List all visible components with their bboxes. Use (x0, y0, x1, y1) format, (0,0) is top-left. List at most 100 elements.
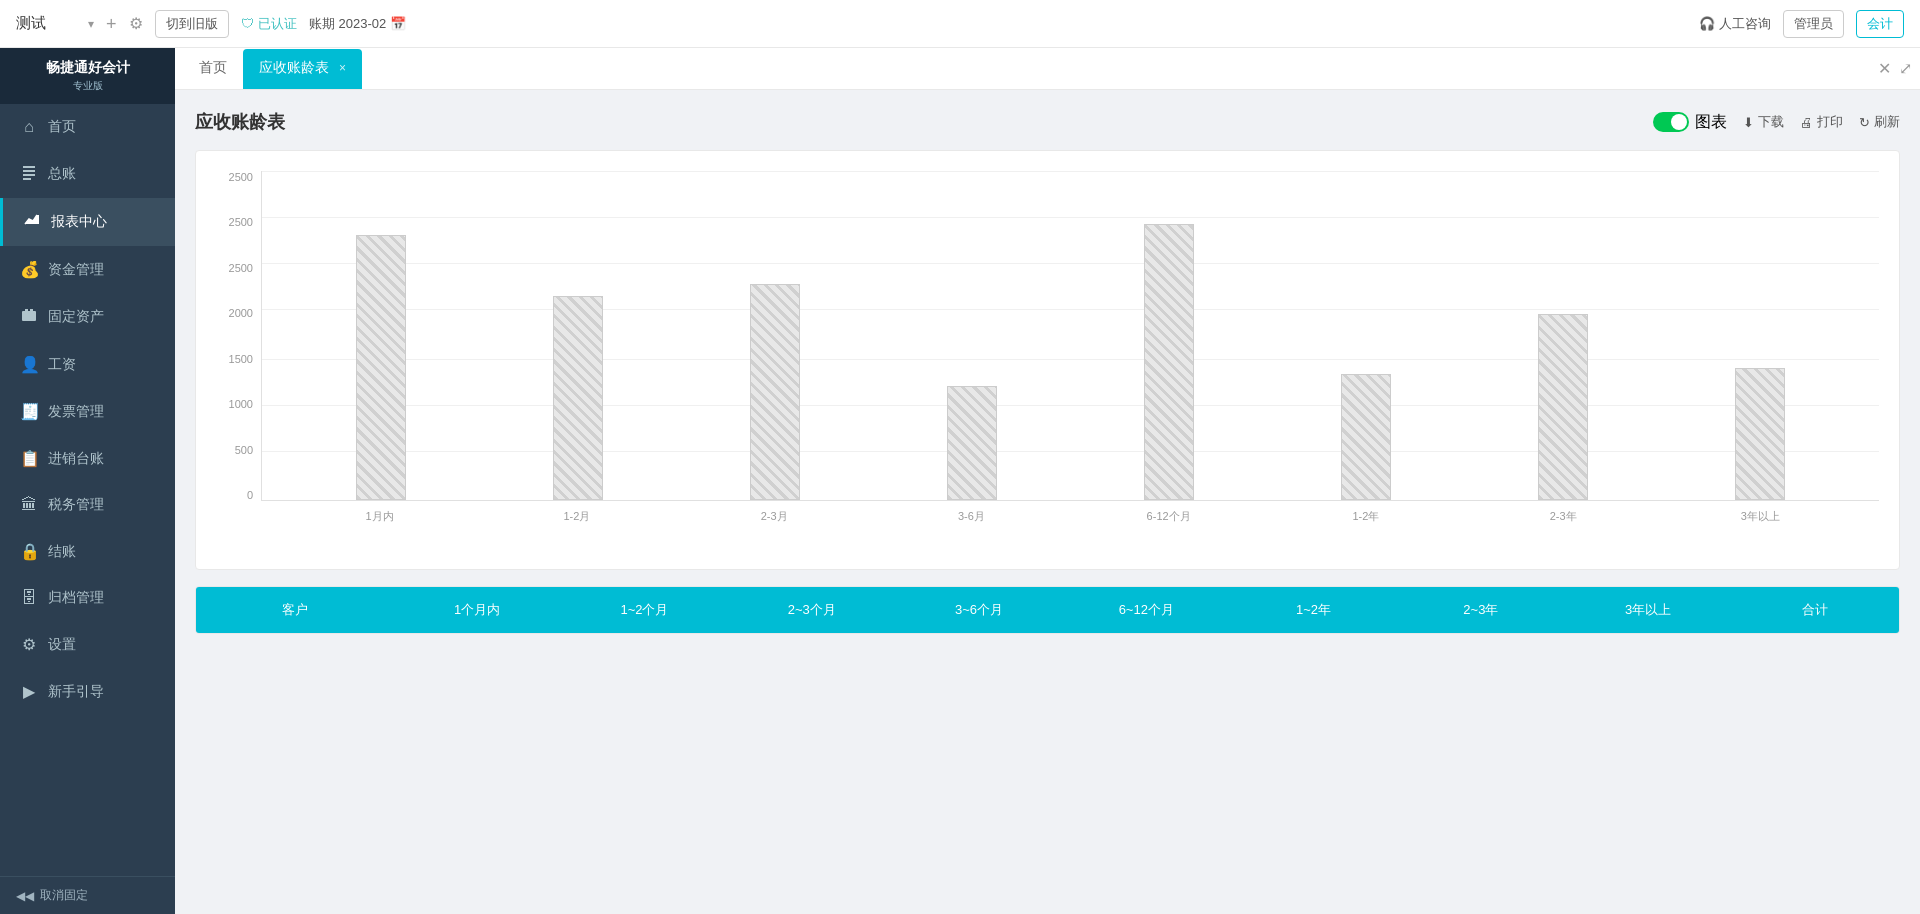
header-2-3month: 2~3个月 (728, 587, 895, 633)
main-layout: 畅捷通好会计 专业版 ⌂ 首页 总账 报表中心 💰 资 (0, 48, 1920, 914)
header-1-2month: 1~2个月 (561, 587, 728, 633)
ledger-icon (20, 164, 38, 184)
sidebar-item-assets[interactable]: 固定资产 (0, 293, 175, 341)
tab-bar-right: ✕ ⤢ (1878, 59, 1912, 78)
tab-home[interactable]: 首页 (183, 49, 243, 89)
sidebar-item-label: 税务管理 (48, 496, 104, 514)
sidebar-item-home[interactable]: ⌂ 首页 (0, 104, 175, 150)
sidebar-item-reports[interactable]: 报表中心 (0, 198, 175, 246)
bar-group-6-12month (1144, 224, 1194, 500)
sidebar-item-label: 固定资产 (48, 308, 104, 326)
assets-icon (20, 307, 38, 327)
refresh-button[interactable]: ↻ 刷新 (1859, 113, 1900, 131)
page-title: 应收账龄表 (195, 110, 285, 134)
sidebar-logo: 畅捷通好会计 专业版 (0, 48, 175, 104)
sidebar-item-salary[interactable]: 👤 工资 (0, 341, 175, 388)
x-label-2-3year: 2-3年 (1533, 509, 1593, 524)
x-labels: 1月内 1-2月 2-3月 3-6月 6-12个月 1-2年 2-3年 3年以上 (261, 501, 1879, 531)
bar-3plus-year (1735, 368, 1785, 500)
svg-marker-4 (25, 215, 39, 224)
y-label-2500a: 2500 (229, 171, 253, 183)
sidebar-item-closing[interactable]: 🔒 结账 (0, 528, 175, 575)
add-workspace-button[interactable]: + (106, 15, 117, 33)
sidebar-item-label: 结账 (48, 543, 76, 561)
svg-rect-0 (23, 166, 35, 168)
certified-badge: 🛡 已认证 (241, 15, 297, 33)
x-label-3-6month: 3-6月 (941, 509, 1001, 524)
sidebar-pin-button[interactable]: ◀◀ 取消固定 (0, 876, 175, 914)
tab-close-icon[interactable]: × (339, 61, 346, 75)
download-button[interactable]: ⬇ 下载 (1743, 113, 1784, 131)
chart-body: 1月内 1-2月 2-3月 3-6月 6-12个月 1-2年 2-3年 3年以上 (261, 171, 1879, 531)
bar-group-2-3month (750, 284, 800, 500)
y-axis: 2500 2500 2500 2000 1500 1000 500 0 (216, 171, 261, 531)
settings-icon: ⚙ (20, 635, 38, 654)
sidebar-item-label: 新手引导 (48, 683, 104, 701)
workspace-dropdown-icon[interactable]: ▾ (88, 17, 94, 31)
y-label-2500b: 2500 (229, 216, 253, 228)
sidebar-item-label: 首页 (48, 118, 76, 136)
bar-group-3-6month (947, 386, 997, 500)
accountant-button[interactable]: 会计 (1856, 10, 1904, 38)
y-label-2500c: 2500 (229, 262, 253, 274)
top-bar-right: 🎧 人工咨询 管理员 会计 (1699, 10, 1904, 38)
sidebar-item-label: 报表中心 (51, 213, 107, 231)
logo-sub: 专业版 (73, 79, 103, 93)
expand-window-icon[interactable]: ⤢ (1899, 59, 1912, 78)
sidebar-item-invoice[interactable]: 🧾 发票管理 (0, 388, 175, 435)
funds-icon: 💰 (20, 260, 38, 279)
closing-icon: 🔒 (20, 542, 38, 561)
download-icon: ⬇ (1743, 115, 1754, 130)
bar-chart: 2500 2500 2500 2000 1500 1000 500 0 (216, 171, 1879, 531)
tab-aging-report[interactable]: 应收账龄表 × (243, 49, 362, 89)
gear-icon[interactable]: ⚙ (129, 14, 143, 33)
sidebar-item-archive[interactable]: 🗄 归档管理 (0, 575, 175, 621)
sidebar-item-ledger[interactable]: 总账 (0, 150, 175, 198)
sidebar: 畅捷通好会计 专业版 ⌂ 首页 总账 报表中心 💰 资 (0, 48, 175, 914)
bars-row (262, 171, 1879, 500)
sidebar-item-inventory[interactable]: 📋 进销台账 (0, 435, 175, 482)
x-label-2-3month: 2-3月 (744, 509, 804, 524)
print-button[interactable]: 🖨 打印 (1800, 113, 1843, 131)
shield-icon: 🛡 (241, 16, 254, 31)
switch-old-button[interactable]: 切到旧版 (155, 10, 229, 38)
y-label-2000: 2000 (229, 307, 253, 319)
content-area: 首页 应收账龄表 × ✕ ⤢ 应收账龄表 图表 (175, 48, 1920, 914)
bar-3-6month (947, 386, 997, 500)
svg-rect-6 (25, 309, 28, 312)
close-window-icon[interactable]: ✕ (1878, 59, 1891, 78)
bar-6-12month (1144, 224, 1194, 500)
header-3-6month: 3~6个月 (895, 587, 1062, 633)
sidebar-item-settings[interactable]: ⚙ 设置 (0, 621, 175, 668)
bar-2-3year (1538, 314, 1588, 500)
sidebar-scroll: ⌂ 首页 总账 报表中心 💰 资金管理 (0, 104, 175, 876)
sidebar-item-label: 资金管理 (48, 261, 104, 279)
tab-bar: 首页 应收账龄表 × ✕ ⤢ (175, 48, 1920, 90)
home-icon: ⌂ (20, 118, 38, 136)
page-header: 应收账龄表 图表 ⬇ 下载 🖨 打印 (195, 110, 1900, 134)
sidebar-item-label: 进销台账 (48, 450, 104, 468)
header-1month: 1个月内 (394, 587, 561, 633)
certified-label: 已认证 (258, 15, 297, 33)
guide-icon: ▶ (20, 682, 38, 701)
reports-icon (23, 212, 41, 232)
toggle-track[interactable] (1653, 112, 1689, 132)
admin-button[interactable]: 管理员 (1783, 10, 1844, 38)
y-label-1500: 1500 (229, 353, 253, 365)
sidebar-item-tax[interactable]: 🏛 税务管理 (0, 482, 175, 528)
x-label-3plus-year: 3年以上 (1730, 509, 1790, 524)
bar-1month (356, 235, 406, 500)
consult-button[interactable]: 🎧 人工咨询 (1699, 15, 1771, 33)
sidebar-item-guide[interactable]: ▶ 新手引导 (0, 668, 175, 715)
workspace-title: 测试 (16, 14, 76, 33)
chart-toggle[interactable]: 图表 (1653, 112, 1727, 133)
y-label-1000: 1000 (229, 398, 253, 410)
header-2-3year: 2~3年 (1397, 587, 1564, 633)
calendar-icon[interactable]: 📅 (390, 16, 406, 31)
bar-group-1month (356, 235, 406, 500)
svg-rect-7 (30, 309, 33, 312)
sidebar-item-funds[interactable]: 💰 资金管理 (0, 246, 175, 293)
sidebar-item-label: 设置 (48, 636, 76, 654)
pin-icon: ◀◀ (16, 889, 34, 903)
x-label-1month: 1月内 (350, 509, 410, 524)
